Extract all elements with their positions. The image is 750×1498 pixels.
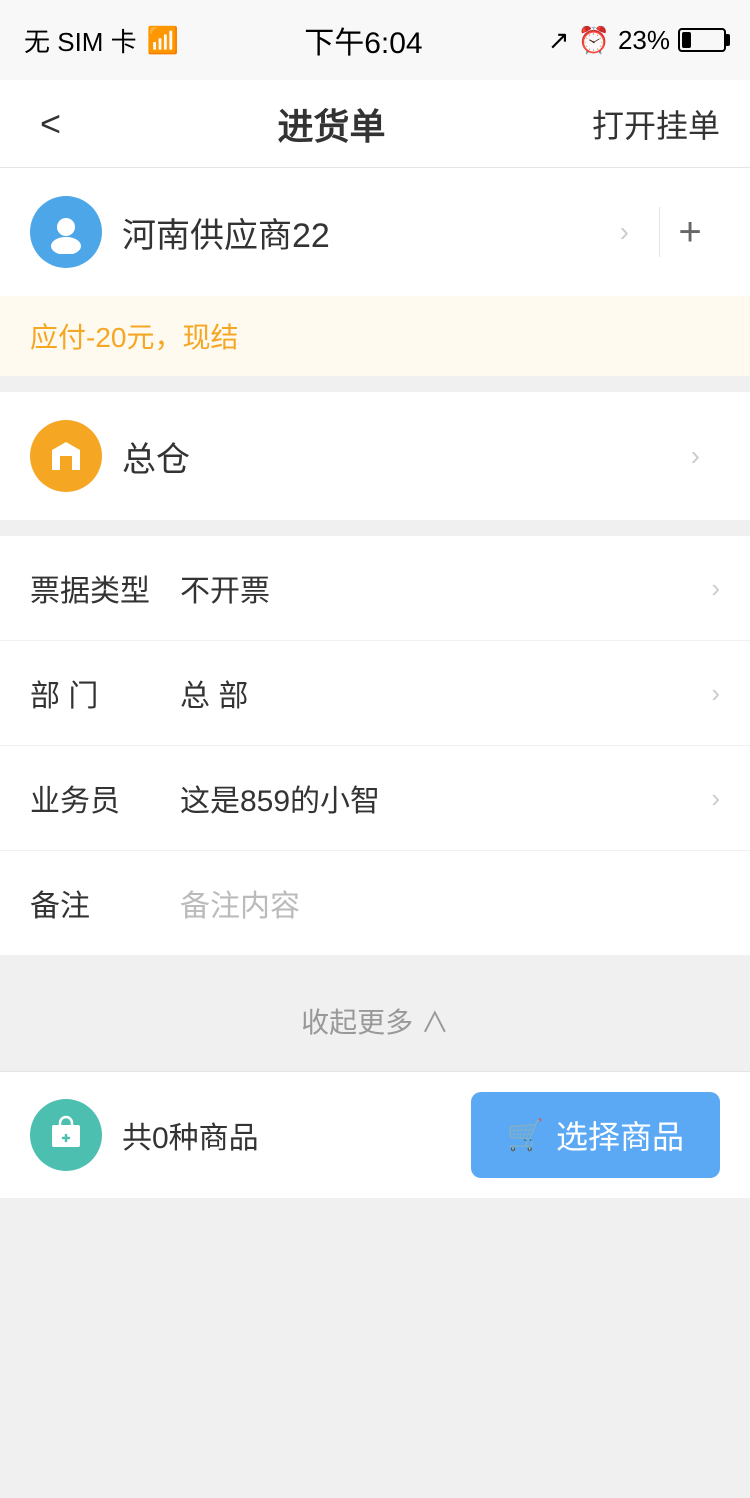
- battery-icon: [678, 28, 726, 52]
- invoice-type-label: 票据类型: [30, 566, 150, 610]
- wifi-icon: 📶: [147, 25, 179, 56]
- nav-bar: < 进货单 打开挂单: [0, 80, 750, 168]
- product-icon: [30, 1099, 102, 1171]
- invoice-type-row[interactable]: 票据类型 不开票 ›: [0, 536, 750, 640]
- add-supplier-button[interactable]: +: [660, 210, 720, 255]
- department-value: 总 部: [180, 671, 711, 715]
- page-title: 进货单: [278, 98, 386, 150]
- remark-label: 备注: [30, 881, 150, 925]
- product-count: 共0种商品: [122, 1113, 471, 1157]
- supplier-notice: 应付-20元，现结: [0, 296, 750, 376]
- carrier-text: 无 SIM 卡: [24, 22, 137, 59]
- select-product-button[interactable]: 🛒 选择商品: [471, 1092, 720, 1178]
- supplier-avatar: [30, 196, 102, 268]
- warehouse-row[interactable]: 总仓 ›: [0, 392, 750, 520]
- status-time: 下午6:04: [304, 18, 422, 62]
- status-right: ↗ ⏰ 23%: [548, 25, 726, 56]
- form-card: 票据类型 不开票 › 部 门 总 部 › 业务员 这是859的小智 › 备注 备…: [0, 536, 750, 955]
- location-icon: ↗: [548, 25, 570, 56]
- page-background: [0, 1198, 750, 1498]
- salesperson-row[interactable]: 业务员 这是859的小智 ›: [0, 745, 750, 850]
- remark-row[interactable]: 备注 备注内容: [0, 850, 750, 955]
- supplier-name: 河南供应商22: [122, 208, 620, 257]
- select-product-label: 选择商品: [556, 1112, 684, 1158]
- alarm-icon: ⏰: [578, 25, 610, 56]
- warehouse-chevron-icon: ›: [691, 440, 700, 472]
- select-product-icon: 🛒: [507, 1118, 544, 1153]
- salesperson-value: 这是859的小智: [180, 776, 711, 820]
- salesperson-label: 业务员: [30, 776, 150, 820]
- invoice-type-chevron-icon: ›: [711, 573, 720, 604]
- open-pending-button[interactable]: 打开挂单: [592, 101, 720, 147]
- status-bar: 无 SIM 卡 📶 下午6:04 ↗ ⏰ 23%: [0, 0, 750, 80]
- salesperson-chevron-icon: ›: [711, 783, 720, 814]
- invoice-type-value: 不开票: [180, 566, 711, 610]
- warehouse-icon: [30, 420, 102, 492]
- content: 河南供应商22 › + 应付-20元，现结 总仓 › 票据类型 不开票 ›: [0, 168, 750, 1498]
- collapse-row[interactable]: 收起更多 ∧: [0, 971, 750, 1071]
- department-label: 部 门: [30, 671, 150, 715]
- department-chevron-icon: ›: [711, 678, 720, 709]
- remark-value[interactable]: 备注内容: [180, 881, 720, 925]
- warehouse-name: 总仓: [122, 432, 691, 481]
- warehouse-card: 总仓 ›: [0, 392, 750, 520]
- back-button[interactable]: <: [30, 93, 71, 155]
- bottom-bar: 共0种商品 🛒 选择商品: [0, 1071, 750, 1198]
- supplier-card: 河南供应商22 › + 应付-20元，现结: [0, 168, 750, 376]
- supplier-row[interactable]: 河南供应商22 › +: [0, 168, 750, 296]
- supplier-chevron-icon: ›: [620, 216, 629, 248]
- status-left: 无 SIM 卡 📶: [24, 22, 179, 59]
- department-row[interactable]: 部 门 总 部 ›: [0, 640, 750, 745]
- battery-percentage: 23%: [618, 25, 670, 56]
- collapse-text: 收起更多 ∧: [301, 1001, 449, 1041]
